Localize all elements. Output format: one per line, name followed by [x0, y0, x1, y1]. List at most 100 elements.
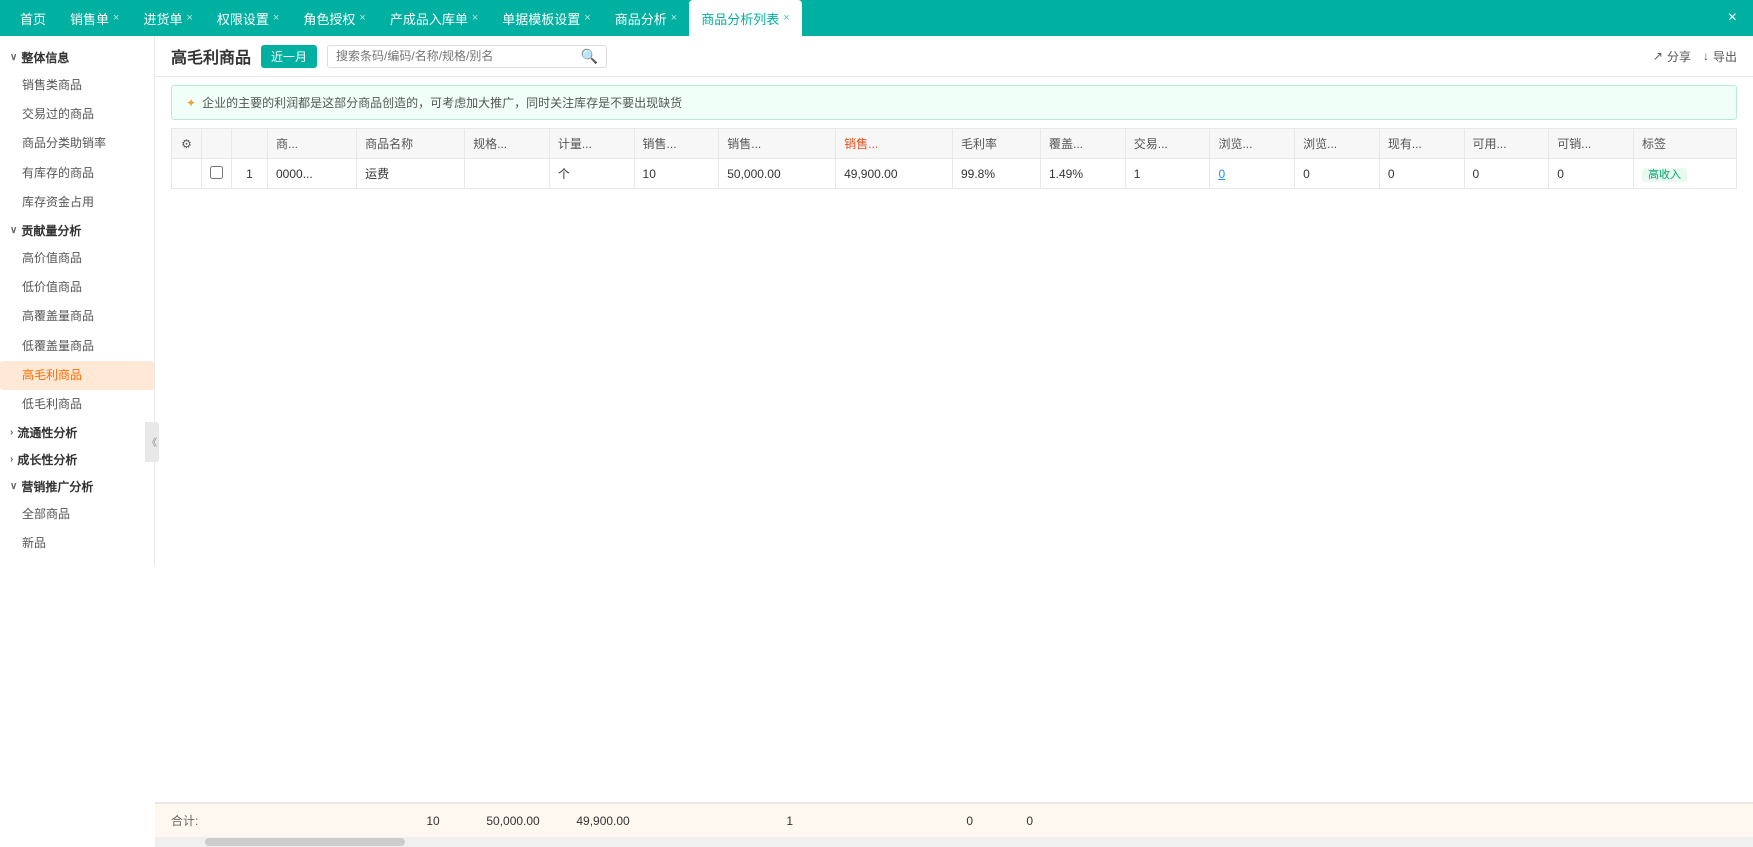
nav-home[interactable]: 首页: [8, 0, 58, 36]
col-code-header[interactable]: 商...: [268, 129, 357, 159]
sidebar-group-liquidity[interactable]: › 流通性分析: [0, 419, 154, 446]
row-browse2: 0: [1295, 159, 1380, 189]
nav-permission[interactable]: 权限设置 ×: [205, 0, 291, 36]
row-current-stock: 0: [1379, 159, 1464, 189]
row-transaction: 1: [1125, 159, 1210, 189]
row-unit: 个: [549, 159, 634, 189]
filter-month-button[interactable]: 近一月: [261, 45, 317, 68]
col-available-header[interactable]: 可用...: [1464, 129, 1549, 159]
row-name: 运费: [357, 159, 465, 189]
sidebar-item-high-value[interactable]: 高价值商品: [0, 244, 154, 273]
col-coverage-header[interactable]: 覆盖...: [1041, 129, 1126, 159]
window-close-button[interactable]: ×: [1720, 9, 1745, 27]
sidebar-group-contribution[interactable]: ∨ 贡献量分析: [0, 217, 154, 244]
table-body: 1 0000... 运费 个 10 50,000.00 49,900.00 99…: [172, 159, 1737, 189]
sidebar-item-traded-goods[interactable]: 交易过的商品: [0, 100, 154, 129]
col-tag-header[interactable]: 标签: [1633, 129, 1736, 159]
row-tag: 高收入: [1633, 159, 1736, 189]
footer-sales-cost: 49,900.00: [568, 814, 658, 828]
nav-sales-close[interactable]: ×: [113, 12, 119, 24]
footer-current-stock: 0: [958, 814, 1018, 828]
data-table: ⚙ 商... 商品名称 规格... 计量... 销售... 销售... 销售..…: [171, 128, 1737, 189]
nav-goods-analysis-list-close[interactable]: ×: [783, 12, 789, 24]
col-spec-header[interactable]: 规格...: [465, 129, 550, 159]
export-button[interactable]: ↓ 导出: [1703, 48, 1737, 65]
main-layout: ∨ 整体信息 销售类商品 交易过的商品 商品分类助销率 有库存的商品 库存资金占…: [0, 36, 1753, 847]
sidebar-item-sales-goods[interactable]: 销售类商品: [0, 71, 154, 100]
nav-goods-analysis-close[interactable]: ×: [671, 12, 677, 24]
nav-template-close[interactable]: ×: [584, 12, 590, 24]
sidebar-item-in-stock[interactable]: 有库存的商品: [0, 159, 154, 188]
sidebar-item-high-margin[interactable]: 高毛利商品: [0, 361, 154, 390]
content-header: 高毛利商品 近一月 🔍 ↗ 分享 ↓ 导出: [155, 36, 1753, 77]
col-sales-cost-header[interactable]: 销售...: [836, 129, 953, 159]
col-browse2-header[interactable]: 浏览...: [1295, 129, 1380, 159]
nav-purchase-close[interactable]: ×: [186, 12, 192, 24]
sidebar-group-overall[interactable]: ∨ 整体信息: [0, 44, 154, 71]
sidebar-group-growth[interactable]: › 成长性分析: [0, 446, 154, 473]
sidebar-item-low-coverage[interactable]: 低覆盖量商品: [0, 332, 154, 361]
sidebar-item-high-coverage[interactable]: 高覆盖量商品: [0, 302, 154, 331]
row-check[interactable]: [202, 159, 232, 189]
col-sales-qty-header[interactable]: 销售...: [634, 129, 719, 159]
col-gross-margin-header[interactable]: 毛利率: [952, 129, 1040, 159]
col-transaction-header[interactable]: 交易...: [1125, 129, 1210, 159]
row-sales-cost: 49,900.00: [836, 159, 953, 189]
sidebar-item-category-rate[interactable]: 商品分类助销率: [0, 129, 154, 158]
overall-arrow: ∨: [10, 52, 17, 63]
col-unit-header[interactable]: 计量...: [549, 129, 634, 159]
search-input[interactable]: [336, 49, 581, 63]
sidebar-item-stock-capital[interactable]: 库存资金占用: [0, 188, 154, 217]
row-browse1[interactable]: 0: [1210, 159, 1295, 189]
nav-product-inbound[interactable]: 产成品入库单 ×: [378, 0, 490, 36]
sidebar-item-new-goods[interactable]: 新品: [0, 529, 154, 558]
sidebar-group-marketing[interactable]: ∨ 营销推广分析: [0, 473, 154, 500]
liquidity-arrow: ›: [10, 427, 13, 438]
col-name-header[interactable]: 商品名称: [357, 129, 465, 159]
col-check: [202, 129, 232, 159]
col-browse1-header[interactable]: 浏览...: [1210, 129, 1295, 159]
share-button[interactable]: ↗ 分享: [1653, 48, 1691, 65]
nav-permission-close[interactable]: ×: [273, 12, 279, 24]
search-icon[interactable]: 🔍: [581, 48, 598, 65]
col-sales-amount-header[interactable]: 销售...: [719, 129, 836, 159]
col-current-stock-header[interactable]: 现有...: [1379, 129, 1464, 159]
sidebar: ∨ 整体信息 销售类商品 交易过的商品 商品分类助销率 有库存的商品 库存资金占…: [0, 36, 155, 566]
sidebar-item-all-goods[interactable]: 全部商品: [0, 500, 154, 529]
footer-label: 合计:: [171, 812, 198, 829]
contribution-arrow: ∨: [10, 225, 17, 236]
horizontal-scrollbar[interactable]: [155, 837, 1753, 847]
nav-purchase[interactable]: 进货单 ×: [131, 0, 204, 36]
row-settings: [172, 159, 202, 189]
table-row: 1 0000... 运费 个 10 50,000.00 49,900.00 99…: [172, 159, 1737, 189]
export-icon: ↓: [1703, 49, 1709, 63]
sidebar-item-low-margin[interactable]: 低毛利商品: [0, 390, 154, 419]
row-spec: [465, 159, 550, 189]
nav-goods-analysis-list[interactable]: 商品分析列表 ×: [689, 0, 801, 36]
row-saleable: 0: [1549, 159, 1634, 189]
marketing-arrow: ∨: [10, 481, 17, 492]
page-title: 高毛利商品: [171, 44, 251, 68]
row-gross-margin: 99.8%: [952, 159, 1040, 189]
top-nav: 首页 销售单 × 进货单 × 权限设置 × 角色授权 × 产成品入库单 × 单据…: [0, 0, 1753, 36]
sidebar-wrapper: ∨ 整体信息 销售类商品 交易过的商品 商品分类助销率 有库存的商品 库存资金占…: [0, 36, 155, 847]
nav-template[interactable]: 单据模板设置 ×: [490, 0, 602, 36]
footer-available: 0: [1018, 814, 1078, 828]
row-sales-amount: 50,000.00: [719, 159, 836, 189]
info-icon: ✦: [186, 96, 196, 110]
nav-role[interactable]: 角色授权 ×: [291, 0, 377, 36]
share-icon: ↗: [1653, 49, 1663, 63]
footer-sales-qty: 10: [418, 814, 478, 828]
col-settings[interactable]: ⚙: [172, 129, 202, 159]
row-code: 0000...: [268, 159, 357, 189]
nav-product-inbound-close[interactable]: ×: [472, 12, 478, 24]
scrollbar-thumb[interactable]: [205, 838, 405, 846]
nav-role-close[interactable]: ×: [359, 12, 365, 24]
col-saleable-header[interactable]: 可销...: [1549, 129, 1634, 159]
footer-transaction: 1: [778, 814, 838, 828]
nav-sales[interactable]: 销售单 ×: [58, 0, 131, 36]
sidebar-item-low-value[interactable]: 低价值商品: [0, 273, 154, 302]
table-footer: 合计: 10 50,000.00 49,900.00 1 0 0: [155, 802, 1753, 837]
nav-goods-analysis[interactable]: 商品分析 ×: [603, 0, 689, 36]
row-available: 0: [1464, 159, 1549, 189]
